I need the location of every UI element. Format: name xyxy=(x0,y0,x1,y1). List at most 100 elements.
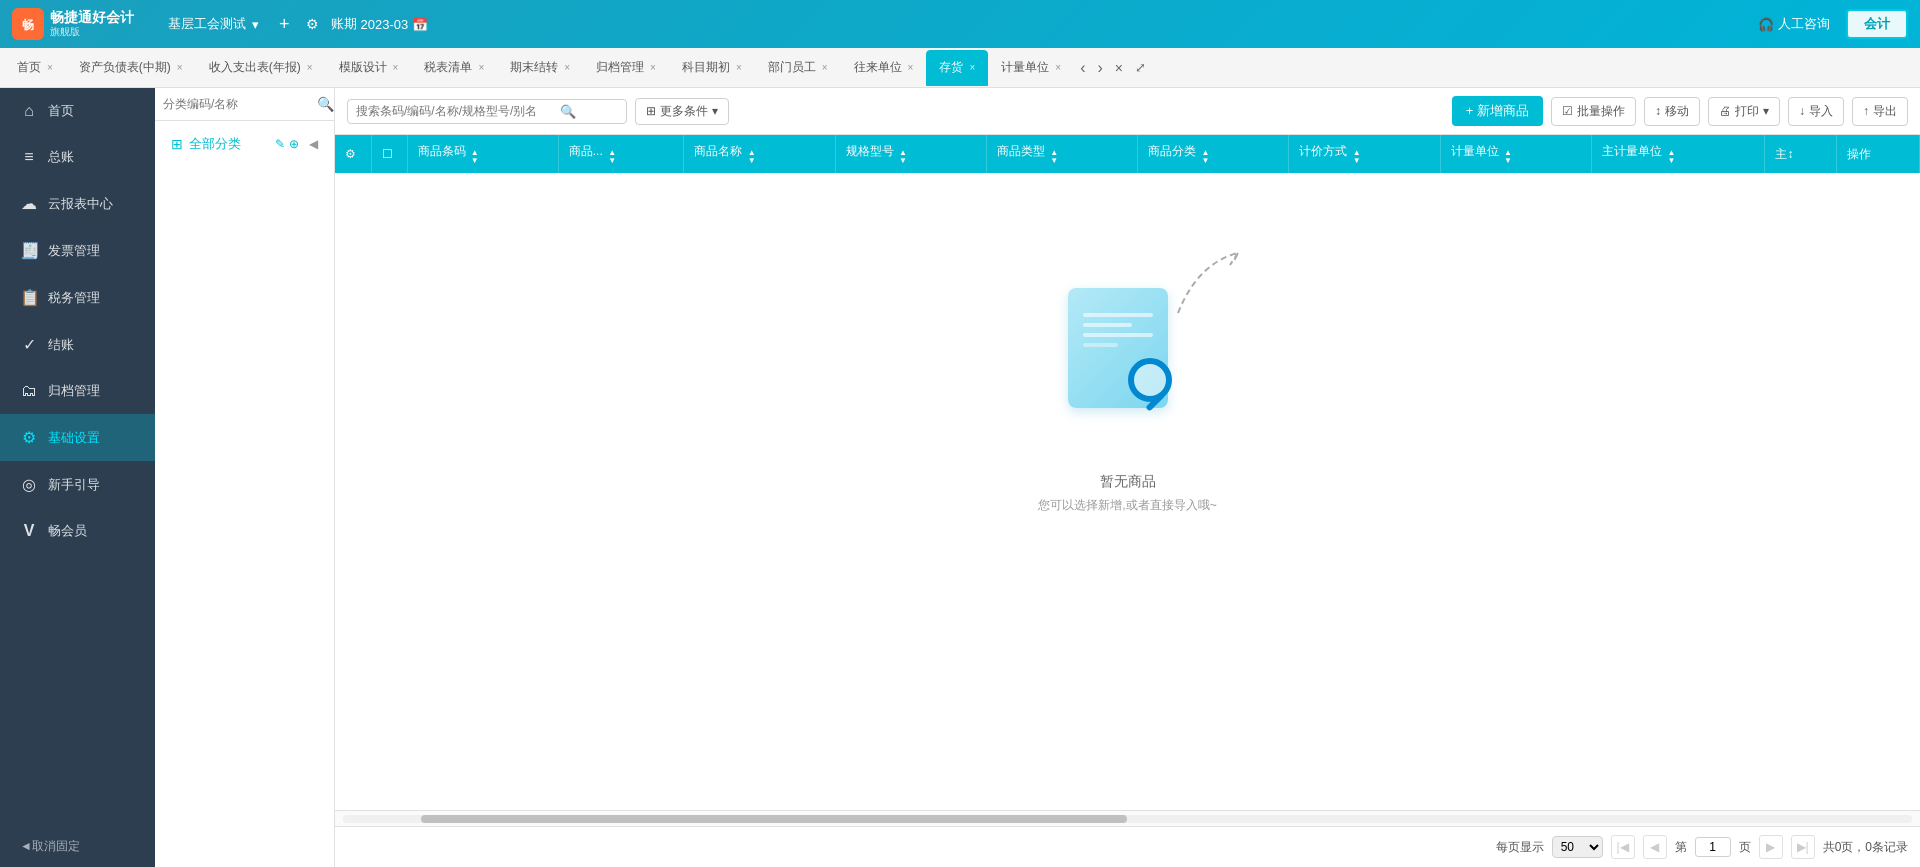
tab-period-close[interactable]: × xyxy=(564,62,570,73)
th-price-method[interactable]: 计价方式 ▲▼ xyxy=(1289,135,1440,173)
product-search-input[interactable] xyxy=(356,104,556,118)
tab-dept-close[interactable]: × xyxy=(822,62,828,73)
tax-icon: 📋 xyxy=(20,288,38,307)
move-button[interactable]: ↕ 移动 xyxy=(1644,97,1700,126)
tab-subject[interactable]: 科目期初 × xyxy=(669,50,755,86)
sidebar-item-ledger[interactable]: ≡ 总账 xyxy=(0,134,155,180)
sidebar-item-tax[interactable]: 📋 税务管理 xyxy=(0,274,155,321)
period-value: 2023-03 xyxy=(361,17,409,32)
page-first-button[interactable]: |◀ xyxy=(1611,835,1635,859)
th-name[interactable]: 商品名称 ▲▼ xyxy=(684,135,835,173)
tab-inventory[interactable]: 存货 × xyxy=(926,50,988,86)
add-tab-button[interactable]: + xyxy=(275,14,294,35)
account-button[interactable]: 会计 xyxy=(1846,9,1908,39)
sort-type-icon: ▲▼ xyxy=(1050,149,1058,165)
left-search-area: 🔍 xyxy=(155,88,334,121)
tab-prev-button[interactable]: ‹ xyxy=(1074,59,1091,77)
sidebar-item-archive[interactable]: 🗂 归档管理 xyxy=(0,368,155,414)
tab-balance-close[interactable]: × xyxy=(177,62,183,73)
tab-archive-close[interactable]: × xyxy=(650,62,656,73)
tab-contacts-label: 往来单位 xyxy=(854,59,902,76)
print-button[interactable]: 🖨 打印 ▾ xyxy=(1708,97,1780,126)
tab-template[interactable]: 模版设计 × xyxy=(326,50,412,86)
tab-close-all-button[interactable]: × xyxy=(1109,60,1129,76)
tab-balance[interactable]: 资产负债表(中期) × xyxy=(66,50,196,86)
th-category[interactable]: 商品分类 ▲▼ xyxy=(1138,135,1289,173)
page-prev-button[interactable]: ◀ xyxy=(1643,835,1667,859)
company-selector[interactable]: 基层工会测试 ▾ xyxy=(160,11,267,37)
sidebar-item-member[interactable]: V 畅会员 xyxy=(0,508,155,554)
sidebar-item-close[interactable]: ✓ 结账 xyxy=(0,321,155,368)
th-barcode[interactable]: 商品条码 ▲▼ xyxy=(407,135,558,173)
tab-expand-button[interactable]: ⤢ xyxy=(1129,60,1152,75)
th-type[interactable]: 商品类型 ▲▼ xyxy=(986,135,1137,173)
add-product-button[interactable]: + 新增商品 xyxy=(1452,96,1543,126)
tab-income[interactable]: 收入支出表(年报) × xyxy=(196,50,326,86)
period-label: 账期 xyxy=(331,15,357,33)
category-action-icons: ✎ ⊕ xyxy=(275,137,299,151)
search-submit-icon[interactable]: 🔍 xyxy=(560,104,576,119)
sidebar-item-reports[interactable]: ☁ 云报表中心 xyxy=(0,180,155,227)
tab-home-label: 首页 xyxy=(17,59,41,76)
sidebar-unpin-button[interactable]: ◄取消固定 xyxy=(0,826,155,867)
batch-icon: ☑ xyxy=(1562,104,1573,118)
tab-tax-close[interactable]: × xyxy=(478,62,484,73)
add-category-button[interactable]: ⊕ xyxy=(289,137,299,151)
tab-inventory-close[interactable]: × xyxy=(969,62,975,73)
scroll-thumb[interactable] xyxy=(421,815,1127,823)
sidebar-item-guide[interactable]: ◎ 新手引导 xyxy=(0,461,155,508)
tab-dept[interactable]: 部门员工 × xyxy=(755,50,841,86)
sidebar-invoice-label: 发票管理 xyxy=(48,242,100,260)
tab-unit[interactable]: 计量单位 × xyxy=(988,50,1074,86)
category-search-input[interactable] xyxy=(163,97,313,111)
table-container: ⚙ ☐ 商品条码 ▲▼ 商品... ▲▼ xyxy=(335,135,1920,810)
th-code[interactable]: 商品... ▲▼ xyxy=(558,135,684,173)
th-action: 操作 xyxy=(1837,135,1920,173)
th-extra[interactable]: 主↕ xyxy=(1765,135,1837,173)
filter-label: 更多条件 xyxy=(660,103,708,120)
th-checkbox[interactable]: ☐ xyxy=(371,135,407,173)
tab-contacts-close[interactable]: × xyxy=(908,62,914,73)
th-unit[interactable]: 计量单位 ▲▼ xyxy=(1440,135,1591,173)
tab-archive[interactable]: 归档管理 × xyxy=(583,50,669,86)
tab-tax[interactable]: 税表清单 × xyxy=(411,50,497,86)
page-next-button[interactable]: ▶ xyxy=(1759,835,1783,859)
tab-income-close[interactable]: × xyxy=(307,62,313,73)
th-settings[interactable]: ⚙ xyxy=(335,135,371,173)
sidebar-item-invoice[interactable]: 🧾 发票管理 xyxy=(0,227,155,274)
edit-category-button[interactable]: ✎ xyxy=(275,137,285,151)
batch-operate-button[interactable]: ☑ 批量操作 xyxy=(1551,97,1636,126)
page-size-select[interactable]: 50 100 200 xyxy=(1552,836,1603,858)
tab-home[interactable]: 首页 × xyxy=(4,50,66,86)
consultation-button[interactable]: 🎧 人工咨询 xyxy=(1750,11,1838,37)
tab-unit-close[interactable]: × xyxy=(1055,62,1061,73)
tab-next-button[interactable]: › xyxy=(1091,59,1108,77)
right-content: 🔍 ⊞ 更多条件 ▾ + 新增商品 ☑ 批量操作 xyxy=(335,88,1920,867)
collapse-panel-button[interactable]: ◀ xyxy=(309,137,318,151)
th-main-unit[interactable]: 主计量单位 ▲▼ xyxy=(1592,135,1765,173)
tab-income-label: 收入支出表(年报) xyxy=(209,59,301,76)
tab-period[interactable]: 期末结转 × xyxy=(497,50,583,86)
page-last-button[interactable]: ▶| xyxy=(1791,835,1815,859)
logo-icon: 畅 xyxy=(12,8,44,40)
invoice-icon: 🧾 xyxy=(20,241,38,260)
import-button[interactable]: ↓ 导入 xyxy=(1788,97,1844,126)
sidebar-item-home[interactable]: ⌂ 首页 xyxy=(0,88,155,134)
filter-icon: ⊞ xyxy=(646,104,656,118)
settings-icon: ⚙ xyxy=(20,428,38,447)
more-filter-button[interactable]: ⊞ 更多条件 ▾ xyxy=(635,98,729,125)
scroll-track[interactable] xyxy=(343,815,1912,823)
page-input[interactable] xyxy=(1695,837,1731,857)
export-button[interactable]: ↑ 导出 xyxy=(1852,97,1908,126)
sidebar-item-settings[interactable]: ⚙ 基础设置 xyxy=(0,414,155,461)
tab-unit-label: 计量单位 xyxy=(1001,59,1049,76)
tab-home-close[interactable]: × xyxy=(47,62,53,73)
settings-button[interactable]: ⚙ xyxy=(302,16,323,32)
category-all[interactable]: ⊞ 全部分类 ✎ ⊕ ◀ xyxy=(163,129,326,159)
tab-template-close[interactable]: × xyxy=(393,62,399,73)
calendar-icon[interactable]: 📅 xyxy=(412,17,428,32)
tab-subject-close[interactable]: × xyxy=(736,62,742,73)
tab-contacts[interactable]: 往来单位 × xyxy=(841,50,927,86)
th-spec[interactable]: 规格型号 ▲▼ xyxy=(835,135,986,173)
sidebar-ledger-label: 总账 xyxy=(48,148,74,166)
